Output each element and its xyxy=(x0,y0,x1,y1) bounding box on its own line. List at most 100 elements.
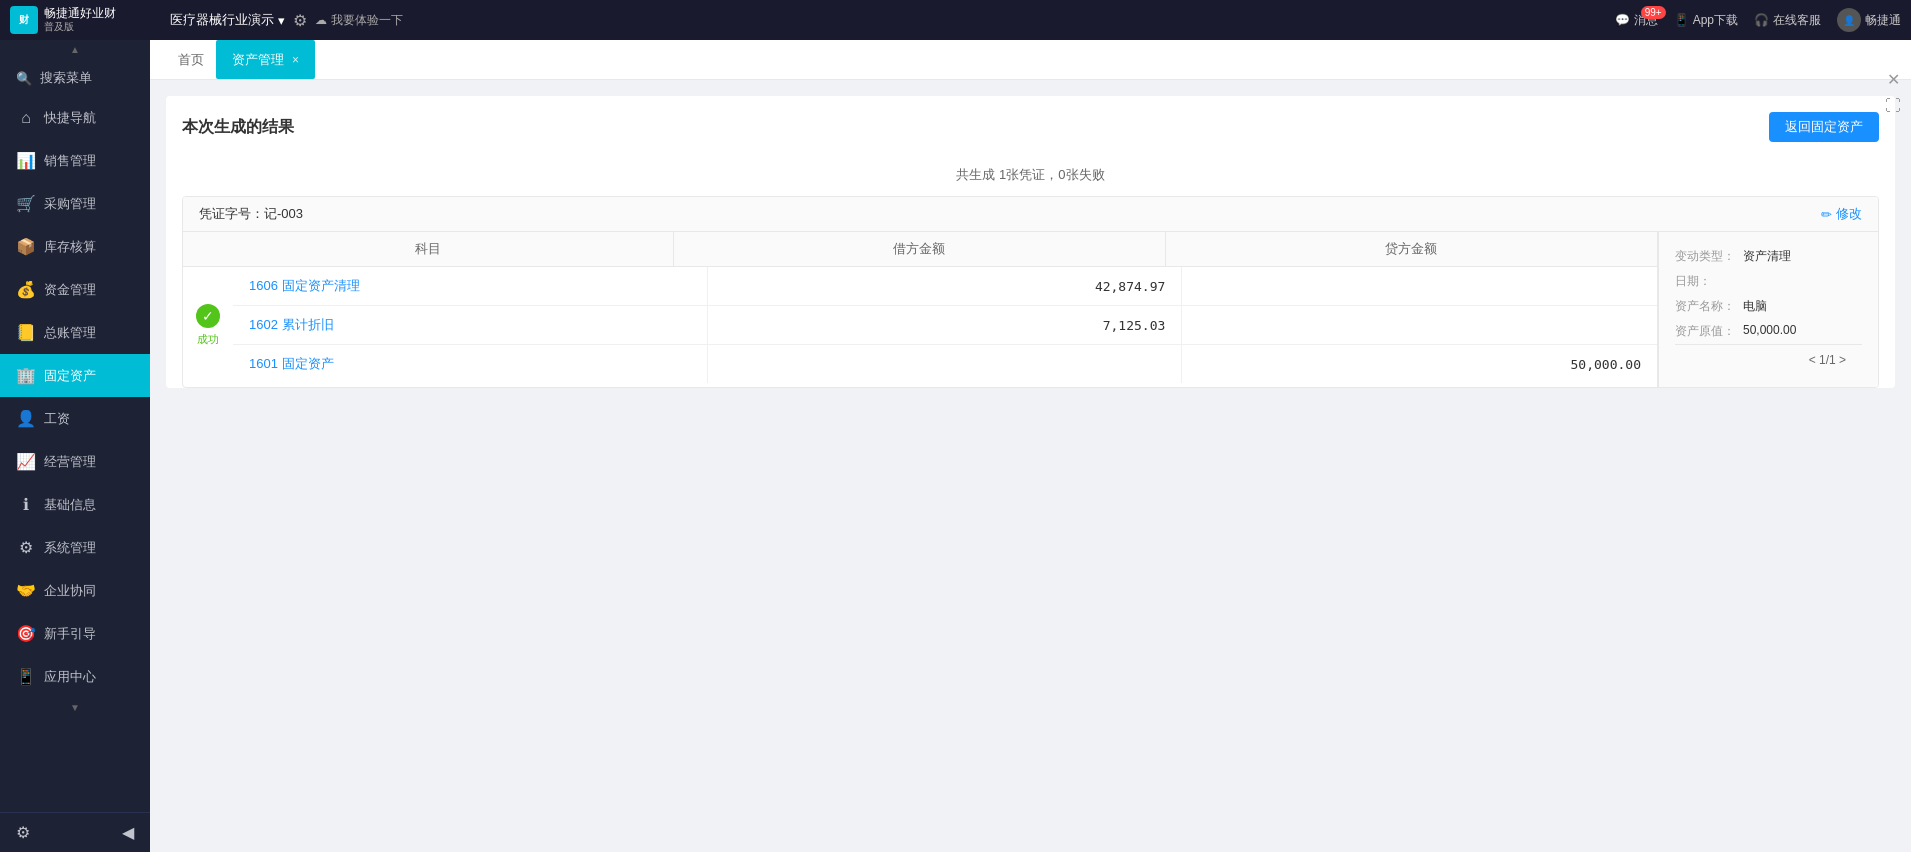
tab-close-icon[interactable]: × xyxy=(292,53,299,67)
pagination[interactable]: < 1/1 > xyxy=(1675,344,1862,375)
info-row-change-type: 变动类型： 资产清理 xyxy=(1675,244,1862,269)
result-panel: 本次生成的结果 返回固定资产 共生成 1张凭证，0张失败 凭证字号：记-003 … xyxy=(166,96,1895,388)
sidebar-item-label: 快捷导航 xyxy=(44,109,96,127)
tab-active-label: 资产管理 xyxy=(232,51,284,69)
tab-asset-management[interactable]: 资产管理 × xyxy=(216,40,315,79)
purchase-icon: 🛒 xyxy=(16,194,36,213)
system-icon: ⚙ xyxy=(16,538,36,557)
table-row: 1606 固定资产清理 42,874.97 xyxy=(233,267,1657,306)
expand-panel-button[interactable]: ⛶ xyxy=(1883,95,1903,117)
app-download-label: App下载 xyxy=(1693,12,1738,29)
avatar: 👤 xyxy=(1837,8,1861,32)
edit-label: 修改 xyxy=(1836,205,1862,223)
pagination-text: < 1/1 > xyxy=(1809,353,1846,367)
app-version: 普及版 xyxy=(44,20,116,34)
user-area[interactable]: 👤 畅捷通 xyxy=(1837,8,1901,32)
guide-icon: 🎯 xyxy=(16,624,36,643)
info-row-original-value: 资产原值： 50,000.00 xyxy=(1675,319,1862,344)
table-row: 1601 固定资产 50,000.00 xyxy=(233,345,1657,383)
voucher-table: 科目 借方金额 贷方金额 ✓ 成功 xyxy=(183,232,1658,387)
sidebar: ▲ 🔍 搜索菜单 ⌂ 快捷导航 📊 销售管理 🛒 采购管理 📦 库存核算 💰 资… xyxy=(0,40,150,852)
cell-credit-1 xyxy=(1182,306,1657,344)
original-value-value: 50,000.00 xyxy=(1743,323,1796,337)
enterprise-icon: 🤝 xyxy=(16,581,36,600)
building-icon: 🏢 xyxy=(16,366,36,385)
table-rows: 1606 固定资产清理 42,874.97 1602 累计折旧 7,125.03 xyxy=(233,267,1657,383)
dropdown-icon: ▾ xyxy=(278,13,285,28)
sidebar-item-label: 系统管理 xyxy=(44,539,96,557)
ledger-icon: 📒 xyxy=(16,323,36,342)
sidebar-item-funds[interactable]: 💰 资金管理 xyxy=(0,268,150,311)
voucher-number: 凭证字号：记-003 xyxy=(199,205,303,223)
cell-subject-1[interactable]: 1602 累计折旧 xyxy=(233,306,708,344)
user-name: 畅捷通 xyxy=(1865,12,1901,29)
headset-icon: 🎧 xyxy=(1754,13,1769,27)
col-header-debit: 借方金额 xyxy=(674,232,1165,266)
success-text: 成功 xyxy=(197,332,219,347)
salary-icon: 👤 xyxy=(16,409,36,428)
sidebar-item-enterprise[interactable]: 🤝 企业协同 xyxy=(0,569,150,612)
cell-credit-2: 50,000.00 xyxy=(1182,345,1657,383)
sidebar-item-operations[interactable]: 📈 经营管理 xyxy=(0,440,150,483)
panel-controls: ✕ ⛶ xyxy=(1875,60,1911,125)
header-right: 💬 消息 99+ 📱 App下载 🎧 在线客服 👤 畅捷通 xyxy=(1615,8,1901,32)
sidebar-item-salary[interactable]: 👤 工资 xyxy=(0,397,150,440)
edit-button[interactable]: ✏ 修改 xyxy=(1821,205,1862,223)
tab-home-label: 首页 xyxy=(178,51,204,69)
close-panel-button[interactable]: ✕ xyxy=(1883,68,1903,91)
col-header-subject: 科目 xyxy=(183,232,674,266)
message-button[interactable]: 💬 消息 99+ xyxy=(1615,12,1658,29)
message-icon: 💬 xyxy=(1615,13,1630,27)
sidebar-item-label: 销售管理 xyxy=(44,152,96,170)
summary-text: 共生成 1张凭证，0张失败 xyxy=(956,167,1104,182)
tab-home[interactable]: 首页 xyxy=(166,40,216,79)
company-select-button[interactable]: 医疗器械行业演示 ▾ xyxy=(170,11,285,29)
bottom-settings-icon[interactable]: ⚙ xyxy=(16,823,30,842)
tab-bar: 首页 资产管理 × xyxy=(150,40,1911,80)
logo-icon: 财 xyxy=(10,6,38,34)
info-icon: ℹ xyxy=(16,495,36,514)
cell-subject-0[interactable]: 1606 固定资产清理 xyxy=(233,267,708,305)
experience-label: 我要体验一下 xyxy=(331,12,403,29)
sidebar-item-label: 新手引导 xyxy=(44,625,96,643)
sidebar-item-ledger[interactable]: 📒 总账管理 xyxy=(0,311,150,354)
header-center: 医疗器械行业演示 ▾ ⚙ ☁ 我要体验一下 xyxy=(160,11,1615,30)
sidebar-item-label: 企业协同 xyxy=(44,582,96,600)
cell-debit-0: 42,874.97 xyxy=(708,267,1183,305)
sidebar-scroll-down[interactable]: ▼ xyxy=(0,698,150,717)
sidebar-item-quick-nav[interactable]: ⌂ 快捷导航 xyxy=(0,97,150,139)
sidebar-item-label: 固定资产 xyxy=(44,367,96,385)
cell-subject-2[interactable]: 1601 固定资产 xyxy=(233,345,708,383)
side-info-panel: 变动类型： 资产清理 日期： 资产名称： 电脑 xyxy=(1658,232,1878,387)
cloud-icon: ☁ xyxy=(315,13,327,27)
experience-button[interactable]: ☁ 我要体验一下 xyxy=(315,12,403,29)
sidebar-item-label: 库存核算 xyxy=(44,238,96,256)
table-row-container: ✓ 成功 1606 固定资产清理 42,874.97 xyxy=(183,267,1657,383)
sidebar-search[interactable]: 🔍 搜索菜单 xyxy=(0,59,150,97)
sidebar-item-sales[interactable]: 📊 销售管理 xyxy=(0,139,150,182)
sidebar-item-label: 应用中心 xyxy=(44,668,96,686)
sidebar-item-inventory[interactable]: 📦 库存核算 xyxy=(0,225,150,268)
date-label: 日期： xyxy=(1675,273,1731,290)
customer-service-button[interactable]: 🎧 在线客服 xyxy=(1754,12,1821,29)
sidebar-item-system[interactable]: ⚙ 系统管理 xyxy=(0,526,150,569)
cell-debit-2 xyxy=(708,345,1183,383)
sidebar-item-app-center[interactable]: 📱 应用中心 xyxy=(0,655,150,698)
success-indicator: ✓ 成功 xyxy=(183,267,233,383)
collapse-sidebar-icon[interactable]: ◀ xyxy=(122,823,134,842)
return-button[interactable]: 返回固定资产 xyxy=(1769,112,1879,142)
result-title: 本次生成的结果 xyxy=(182,117,294,138)
customer-service-label: 在线客服 xyxy=(1773,12,1821,29)
col-header-credit: 贷方金额 xyxy=(1166,232,1657,266)
sidebar-item-guide[interactable]: 🎯 新手引导 xyxy=(0,612,150,655)
sidebar-scroll-up[interactable]: ▲ xyxy=(0,40,150,59)
info-row-asset-name: 资产名称： 电脑 xyxy=(1675,294,1862,319)
sidebar-item-label: 采购管理 xyxy=(44,195,96,213)
app-download-button[interactable]: 📱 App下载 xyxy=(1674,12,1738,29)
success-circle: ✓ xyxy=(196,304,220,328)
edit-icon: ✏ xyxy=(1821,207,1832,222)
sidebar-item-fixed-assets[interactable]: 🏢 固定资产 xyxy=(0,354,150,397)
sidebar-item-purchase[interactable]: 🛒 采购管理 xyxy=(0,182,150,225)
sidebar-item-basic-info[interactable]: ℹ 基础信息 xyxy=(0,483,150,526)
settings-gear-button[interactable]: ⚙ xyxy=(293,11,307,30)
